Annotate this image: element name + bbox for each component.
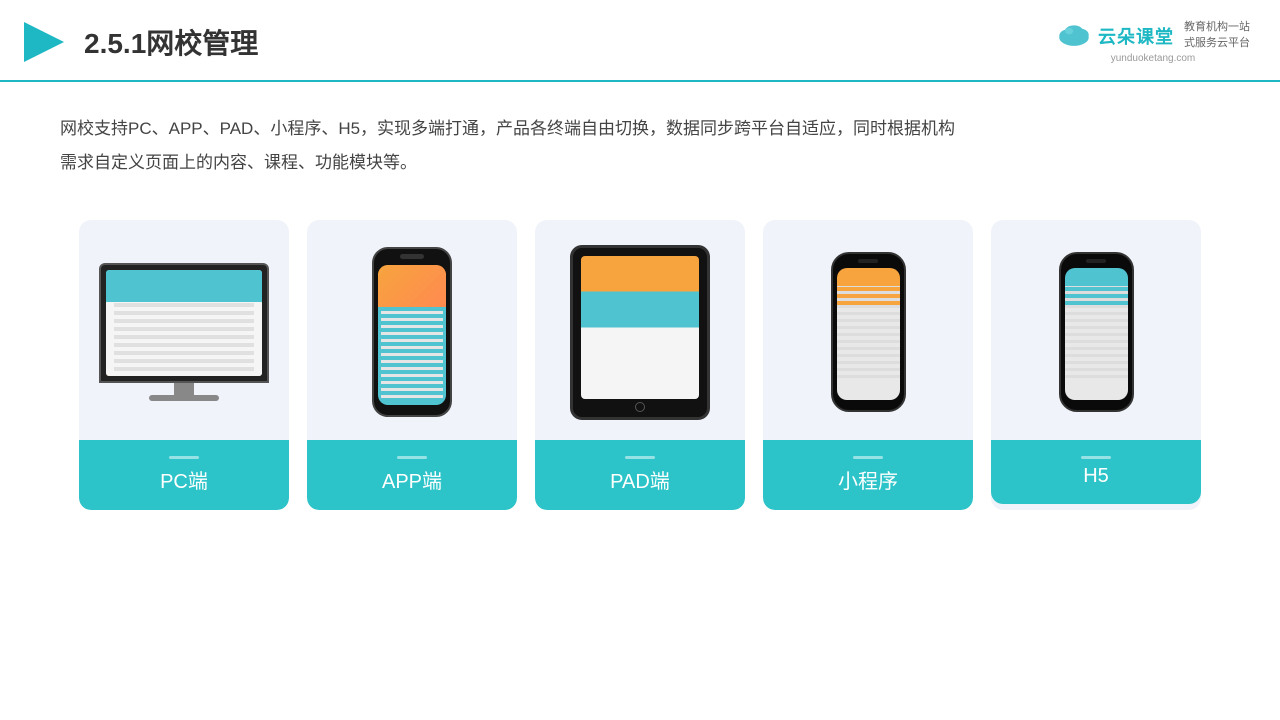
logo-tagline: 教育机构一站: [1184, 20, 1250, 35]
card-app-image: [307, 220, 517, 440]
card-h5-image: [991, 220, 1201, 440]
cloud-logo-icon: [1056, 22, 1092, 50]
logo-tagline2: 式服务云平台: [1184, 36, 1250, 51]
header-left: 2.5.1网校管理: [20, 18, 258, 66]
card-app-label: APP端: [307, 440, 517, 510]
app-mockup: [372, 247, 452, 417]
logo-area: 云朵课堂 教育机构一站 式服务云平台 yunduoketang.com: [1056, 20, 1250, 64]
description-line2: 需求自定义页面上的内容、课程、功能模块等。: [60, 153, 417, 172]
pc-mockup: [99, 263, 269, 401]
pad-mockup: [570, 245, 710, 420]
description-text: 网校支持PC、APP、PAD、小程序、H5，实现多端打通，产品各终端自由切换，数…: [0, 82, 1280, 200]
description-line1: 网校支持PC、APP、PAD、小程序、H5，实现多端打通，产品各终端自由切换，数…: [60, 119, 955, 138]
card-miniprogram-label: 小程序: [763, 440, 973, 510]
card-pad: PAD端: [535, 220, 745, 510]
logo-cloud: 云朵课堂 教育机构一站 式服务云平台: [1056, 20, 1250, 51]
card-app: APP端: [307, 220, 517, 510]
cards-container: PC端 APP端 P: [0, 200, 1280, 540]
page-title: 2.5.1网校管理: [84, 22, 258, 62]
logo-url: yunduoketang.com: [1111, 53, 1196, 64]
card-miniprogram: 小程序: [763, 220, 973, 510]
header: 2.5.1网校管理 云朵课堂 教育机构一站 式服务云平台 yunduoketan…: [0, 0, 1280, 82]
card-pc: PC端: [79, 220, 289, 510]
h5-mockup: [1059, 252, 1134, 412]
card-miniprogram-image: [763, 220, 973, 440]
logo-text: 云朵课堂: [1098, 23, 1174, 49]
miniprogram-mockup: [831, 252, 906, 412]
card-h5: H5: [991, 220, 1201, 510]
card-pad-image: [535, 220, 745, 440]
card-pc-label: PC端: [79, 440, 289, 510]
card-pad-label: PAD端: [535, 440, 745, 510]
card-pc-image: [79, 220, 289, 440]
card-h5-label: H5: [991, 440, 1201, 504]
play-icon: [20, 18, 68, 66]
